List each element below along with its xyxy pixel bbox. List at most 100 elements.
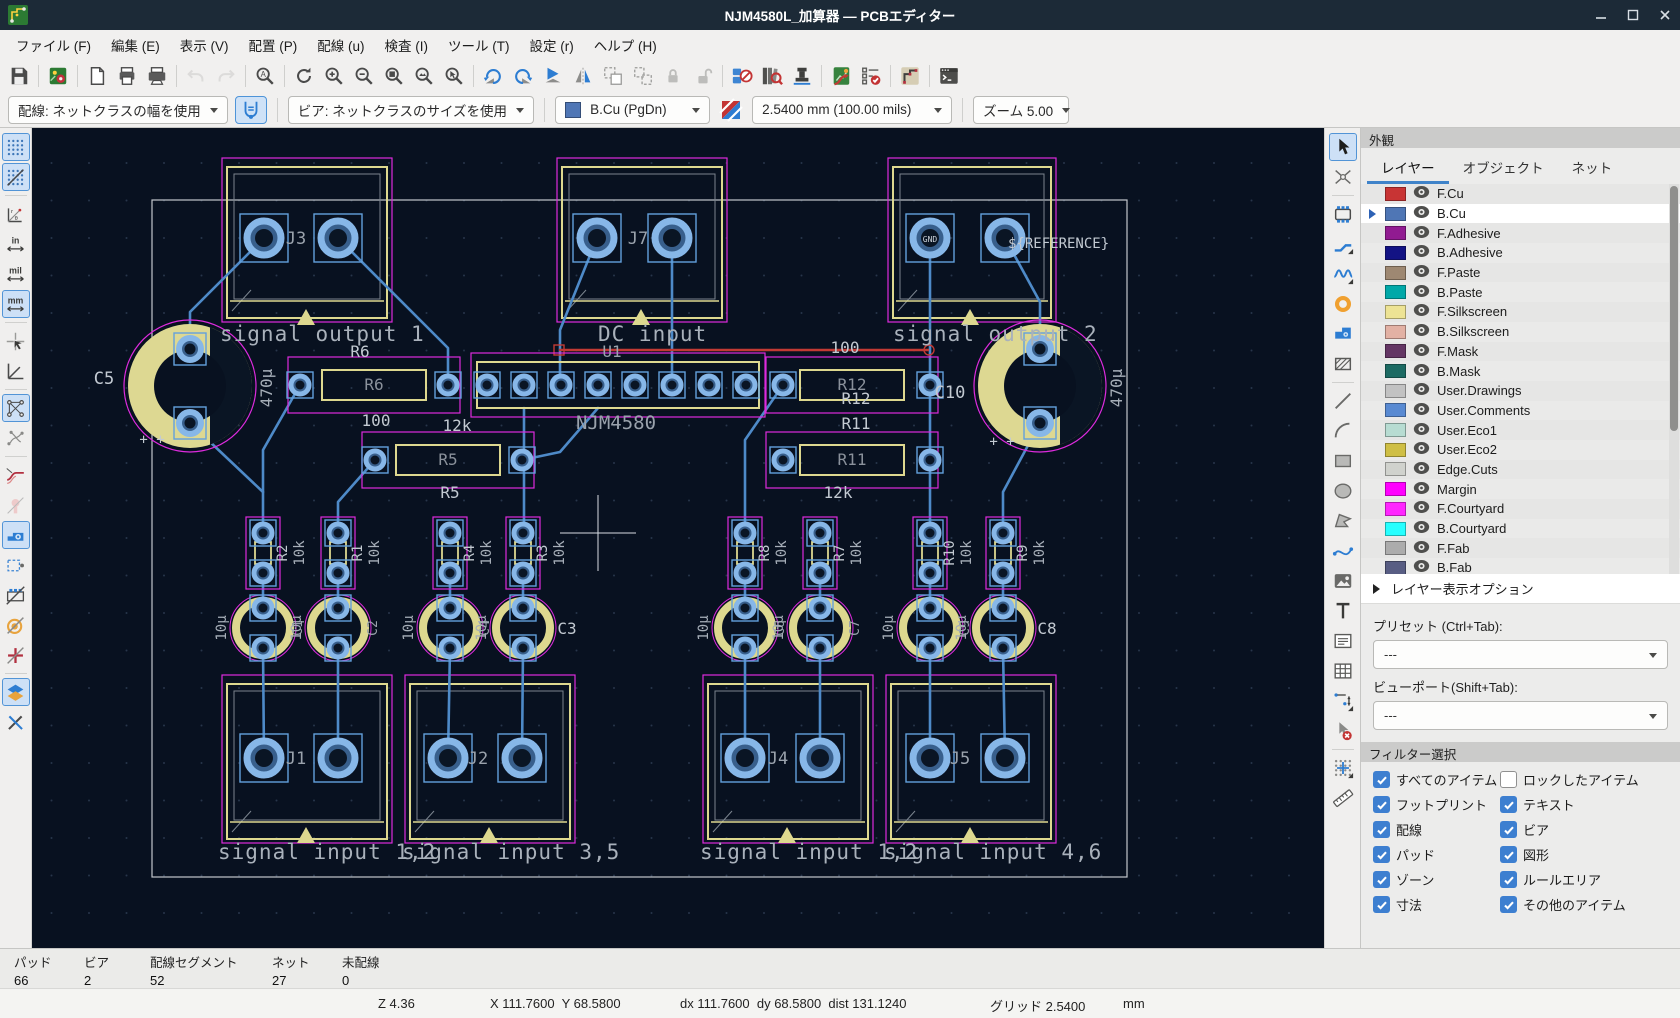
filter-すべてのアイテム[interactable]: すべてのアイテム bbox=[1373, 770, 1500, 789]
layer-color-swatch[interactable] bbox=[1385, 501, 1406, 516]
checkbox-icon[interactable] bbox=[1373, 771, 1390, 788]
menu-1[interactable]: 編集 (E) bbox=[101, 31, 170, 59]
checkbox-icon[interactable] bbox=[1373, 896, 1390, 913]
draw-zone-tool[interactable] bbox=[1329, 320, 1357, 348]
lock-button[interactable] bbox=[658, 62, 688, 90]
menu-5[interactable]: 検査 (I) bbox=[375, 31, 439, 59]
route-tracks-tool[interactable] bbox=[1329, 230, 1357, 258]
eye-icon[interactable] bbox=[1413, 284, 1430, 301]
tab-オブジェクト[interactable]: オブジェクト bbox=[1449, 148, 1558, 184]
draw-rect-tool[interactable] bbox=[1329, 447, 1357, 475]
layer-display-options[interactable]: レイヤー表示オプション bbox=[1361, 574, 1680, 604]
grid-select[interactable]: 2.5400 mm (100.00 mils) bbox=[752, 95, 953, 124]
grid-dots-tool[interactable] bbox=[1, 133, 30, 161]
tab-レイヤー[interactable]: レイヤー bbox=[1367, 148, 1449, 184]
inactive-layer-mode-tool[interactable] bbox=[2, 641, 30, 669]
layer-color-swatch[interactable] bbox=[1385, 482, 1406, 497]
redo-button[interactable] bbox=[211, 62, 241, 90]
polar-coords-tool[interactable]: rθ bbox=[2, 200, 30, 228]
filter-ロックしたアイテム[interactable]: ロックしたアイテム bbox=[1500, 770, 1680, 789]
high-contrast-tool[interactable] bbox=[1, 678, 30, 706]
checkbox-icon[interactable] bbox=[1500, 871, 1517, 888]
units-mil-tool[interactable]: mil bbox=[2, 260, 30, 288]
filter-ルールエリア[interactable]: ルールエリア bbox=[1500, 870, 1680, 889]
checkbox-icon[interactable] bbox=[1500, 846, 1517, 863]
layer-color-swatch[interactable] bbox=[1385, 285, 1406, 300]
zoom-out-button[interactable] bbox=[349, 62, 379, 90]
tracks-mode-tool[interactable] bbox=[2, 461, 30, 489]
viewport-dropdown[interactable]: --- bbox=[1373, 701, 1668, 730]
vias-mode-tool[interactable] bbox=[1, 521, 30, 549]
preset-dropdown[interactable]: --- bbox=[1373, 640, 1668, 669]
layer-color-swatch[interactable] bbox=[1385, 304, 1406, 319]
page-setup-button[interactable] bbox=[82, 62, 112, 90]
menu-6[interactable]: ツール (T) bbox=[438, 31, 520, 59]
layer-row-B.Adhesive[interactable]: B.Adhesive bbox=[1361, 243, 1680, 263]
filter-図形[interactable]: 図形 bbox=[1500, 845, 1680, 864]
undo-button[interactable] bbox=[181, 62, 211, 90]
update-pcb-from-schematic-button[interactable] bbox=[826, 62, 856, 90]
footprint-editor-button[interactable] bbox=[787, 62, 817, 90]
menu-3[interactable]: 配置 (P) bbox=[239, 31, 308, 59]
layer-color-swatch[interactable] bbox=[1385, 383, 1406, 398]
checkbox-icon[interactable] bbox=[1373, 871, 1390, 888]
grid-origin-tool[interactable] bbox=[1329, 754, 1357, 782]
filter-パッド[interactable]: パッド bbox=[1373, 845, 1500, 864]
crosshair-45-tool[interactable] bbox=[2, 357, 30, 385]
layer-color-swatch[interactable] bbox=[1385, 541, 1406, 556]
eye-icon[interactable] bbox=[1413, 205, 1430, 222]
layer-row-F.Courtyard[interactable]: F.Courtyard bbox=[1361, 499, 1680, 519]
via-size-select[interactable]: ビア: ネットクラスのサイズを使用 bbox=[287, 95, 535, 124]
layer-row-F.Silkscreen[interactable]: F.Silkscreen bbox=[1361, 302, 1680, 322]
track-cleanup-button[interactable] bbox=[895, 62, 925, 90]
delete-tool-tool[interactable] bbox=[1329, 717, 1357, 745]
place-footprint-tool[interactable] bbox=[1329, 200, 1357, 228]
eye-icon[interactable] bbox=[1413, 244, 1430, 261]
eye-icon[interactable] bbox=[1413, 264, 1430, 281]
graphics-mode-tool[interactable] bbox=[2, 551, 30, 579]
tab-ネット[interactable]: ネット bbox=[1558, 148, 1627, 184]
unlock-button[interactable] bbox=[688, 62, 718, 90]
layer-row-User.Comments[interactable]: User.Comments bbox=[1361, 401, 1680, 421]
measure-tool[interactable] bbox=[1329, 784, 1357, 812]
zoom-page-button[interactable] bbox=[379, 62, 409, 90]
tune-length-tool[interactable] bbox=[1329, 260, 1357, 288]
plot-button[interactable] bbox=[142, 62, 172, 90]
draw-line-tool[interactable] bbox=[1329, 387, 1357, 415]
layer-row-F.Adhesive[interactable]: F.Adhesive bbox=[1361, 223, 1680, 244]
checkbox-icon[interactable] bbox=[1373, 846, 1390, 863]
checkbox-icon[interactable] bbox=[1500, 771, 1517, 788]
eye-icon[interactable] bbox=[1413, 500, 1430, 517]
layer-row-Margin[interactable]: Margin bbox=[1361, 479, 1680, 499]
menu-8[interactable]: ヘルプ (H) bbox=[584, 31, 667, 59]
footprint-browser-button[interactable] bbox=[757, 62, 787, 90]
checkbox-icon[interactable] bbox=[1500, 896, 1517, 913]
layer-row-B.Courtyard[interactable]: B.Courtyard bbox=[1361, 519, 1680, 539]
menu-0[interactable]: ファイル (F) bbox=[6, 31, 101, 59]
footprints-mode-tool[interactable] bbox=[2, 581, 30, 609]
zoom-in-button[interactable] bbox=[319, 62, 349, 90]
eye-icon[interactable] bbox=[1413, 185, 1430, 202]
layer-pair-toggle[interactable] bbox=[717, 96, 745, 124]
layer-list-scrollbar[interactable] bbox=[1669, 184, 1679, 574]
eye-icon[interactable] bbox=[1413, 343, 1430, 360]
properties-tool[interactable] bbox=[2, 708, 30, 736]
add-image-tool[interactable] bbox=[1329, 567, 1357, 595]
layer-color-swatch[interactable] bbox=[1385, 344, 1406, 359]
pcb-canvas[interactable]: R6 R12 R5 R11 J3 signal output 1 J7 DC input sig… bbox=[32, 128, 1324, 948]
zoom-objects-button[interactable] bbox=[409, 62, 439, 90]
rotate-ccw-button[interactable] bbox=[478, 62, 508, 90]
eye-icon[interactable] bbox=[1413, 225, 1430, 242]
layer-row-F.Paste[interactable]: F.Paste bbox=[1361, 262, 1680, 283]
select-tool[interactable] bbox=[1328, 133, 1357, 161]
layer-select[interactable]: B.Cu (PgDn) bbox=[555, 95, 711, 124]
filter-フットプリント[interactable]: フットプリント bbox=[1373, 795, 1500, 814]
eye-icon[interactable] bbox=[1413, 303, 1430, 320]
layer-color-swatch[interactable] bbox=[1385, 442, 1406, 457]
layer-row-User.Eco2[interactable]: User.Eco2 bbox=[1361, 440, 1680, 460]
filter-配線[interactable]: 配線 bbox=[1373, 820, 1500, 839]
units-in-tool[interactable]: in bbox=[2, 230, 30, 258]
eye-icon[interactable] bbox=[1413, 461, 1430, 478]
filter-テキスト[interactable]: テキスト bbox=[1500, 795, 1680, 814]
draw-bezier-tool[interactable] bbox=[1329, 537, 1357, 565]
